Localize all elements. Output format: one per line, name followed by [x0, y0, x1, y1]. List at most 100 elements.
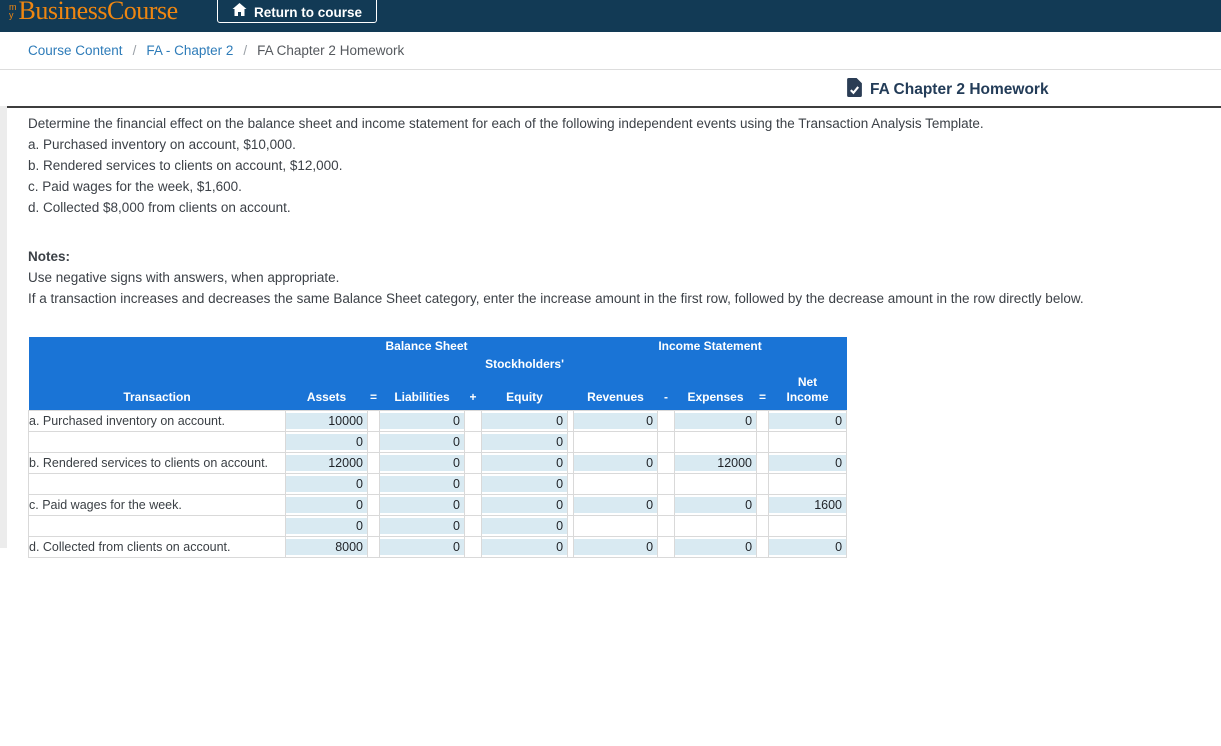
liabilities-input[interactable]: 0 — [379, 409, 465, 432]
header-spacer — [285, 373, 482, 390]
breadcrumb-chapter[interactable]: FA - Chapter 2 — [146, 43, 233, 58]
net-income-input[interactable]: 0 — [768, 451, 848, 474]
assets-input[interactable]: 8000 — [285, 535, 368, 558]
equity-input[interactable]: 0 — [480, 535, 569, 558]
column-header-transaction: Transaction — [28, 390, 286, 410]
overflow-row: 000 — [28, 472, 848, 495]
spacer-cell — [756, 535, 770, 558]
assets-input[interactable]: 0 — [285, 430, 368, 453]
spacer-cell — [756, 493, 770, 516]
page-left-gutter — [0, 106, 7, 548]
income-statement-group-header: Income Statement — [573, 337, 847, 355]
liabilities-input[interactable]: 0 — [379, 514, 465, 537]
expenses-input[interactable]: 0 — [674, 409, 758, 432]
table-header: Balance Sheet Income Statement Stockhold… — [28, 337, 847, 410]
header-spacer — [28, 337, 286, 355]
breadcrumb-separator: / — [132, 43, 137, 58]
page-title-text: FA Chapter 2 Homework — [870, 81, 1049, 98]
breadcrumb-course-content[interactable]: Course Content — [28, 43, 123, 58]
page-title: FA Chapter 2 Homework — [847, 78, 1049, 102]
spacer-cell — [464, 535, 482, 558]
revenues-input — [573, 430, 659, 453]
revenues-input[interactable]: 0 — [573, 535, 659, 558]
assets-input[interactable]: 12000 — [285, 451, 368, 474]
transaction-label — [28, 430, 286, 453]
expenses-input[interactable]: 0 — [674, 493, 758, 516]
balance-sheet-group-header: Balance Sheet — [285, 337, 568, 355]
column-header-assets: Assets — [285, 390, 368, 410]
spacer-cell — [657, 409, 676, 432]
spacer-cell — [367, 430, 380, 453]
spacer-cell — [367, 451, 380, 474]
transaction-row: d. Collected from clients on account. 800… — [28, 535, 848, 558]
equity-input[interactable]: 0 — [480, 409, 569, 432]
expenses-input — [674, 514, 758, 537]
transaction-label: a. Purchased inventory on account. — [28, 409, 286, 432]
expenses-input[interactable]: 0 — [674, 535, 758, 558]
transaction-label — [28, 472, 286, 495]
question-panel: Determine the financial effect on the ba… — [7, 106, 1221, 558]
liabilities-input[interactable]: 0 — [379, 493, 465, 516]
transaction-row: a. Purchased inventory on account. 10000 0… — [28, 409, 848, 432]
liabilities-input[interactable]: 0 — [379, 472, 465, 495]
assets-input[interactable]: 10000 — [285, 409, 368, 432]
business-course-logo[interactable]: my BusinessCourse — [9, 0, 178, 26]
transaction-row: b. Rendered services to clients on accou… — [28, 451, 848, 474]
plus-operator: + — [464, 390, 482, 410]
assignment-icon — [847, 78, 862, 102]
liabilities-input[interactable]: 0 — [379, 451, 465, 474]
equity-input[interactable]: 0 — [480, 514, 569, 537]
revenues-input — [573, 514, 659, 537]
equity-input[interactable]: 0 — [480, 472, 569, 495]
event-line-c: c. Paid wages for the week, $1,600. — [28, 179, 242, 194]
stockholders-sub-header: Stockholders' — [481, 355, 568, 373]
assets-input[interactable]: 0 — [285, 493, 368, 516]
revenues-input[interactable]: 0 — [573, 409, 659, 432]
spacer-cell — [367, 514, 380, 537]
header-spacer — [573, 355, 847, 373]
revenues-input[interactable]: 0 — [573, 451, 659, 474]
revenues-input — [573, 472, 659, 495]
question-text: Determine the financial effect on the ba… — [28, 113, 1221, 309]
net-income-input — [768, 430, 848, 453]
spacer-cell — [756, 409, 770, 432]
expenses-input — [674, 430, 758, 453]
liabilities-input[interactable]: 0 — [379, 430, 465, 453]
title-band: FA Chapter 2 Homework — [0, 70, 1221, 106]
spacer-cell — [367, 493, 380, 516]
note-line-1: Use negative signs with answers, when ap… — [28, 270, 340, 285]
column-header-net-income: Income — [768, 390, 847, 410]
overflow-row: 000 — [28, 514, 848, 537]
net-income-input[interactable]: 0 — [768, 535, 848, 558]
return-to-course-button[interactable]: Return to course — [217, 0, 378, 23]
column-header-revenues: Revenues — [573, 390, 658, 410]
event-line-b: b. Rendered services to clients on accou… — [28, 158, 343, 173]
spacer-cell — [756, 472, 770, 495]
spacer-cell — [464, 472, 482, 495]
equity-input[interactable]: 0 — [480, 493, 569, 516]
spacer-cell — [657, 535, 676, 558]
minus-operator: - — [657, 390, 675, 410]
expenses-input[interactable]: 12000 — [674, 451, 758, 474]
note-line-2: If a transaction increases and decreases… — [28, 291, 1084, 306]
net-income-input[interactable]: 0 — [768, 409, 848, 432]
equity-input[interactable]: 0 — [480, 451, 569, 474]
assets-input[interactable]: 0 — [285, 472, 368, 495]
top-navigation-bar: my BusinessCourse Return to course — [0, 0, 1221, 32]
notes-label: Notes: — [28, 249, 71, 264]
spacer-cell — [756, 451, 770, 474]
equity-input[interactable]: 0 — [480, 430, 569, 453]
net-income-input[interactable]: 1600 — [768, 493, 848, 516]
spacer-cell — [464, 514, 482, 537]
liabilities-input[interactable]: 0 — [379, 535, 465, 558]
logo-text: BusinessCourse — [18, 0, 179, 25]
revenues-input[interactable]: 0 — [573, 493, 659, 516]
spacer-cell — [464, 451, 482, 474]
logo-my-prefix: my — [9, 2, 17, 20]
assets-input[interactable]: 0 — [285, 514, 368, 537]
event-line-a: a. Purchased inventory on account, $10,0… — [28, 137, 296, 152]
column-header-liabilities: Liabilities — [379, 390, 465, 410]
spacer-cell — [464, 493, 482, 516]
event-line-d: d. Collected $8,000 from clients on acco… — [28, 200, 291, 215]
breadcrumb-current-page: FA Chapter 2 Homework — [257, 43, 405, 58]
